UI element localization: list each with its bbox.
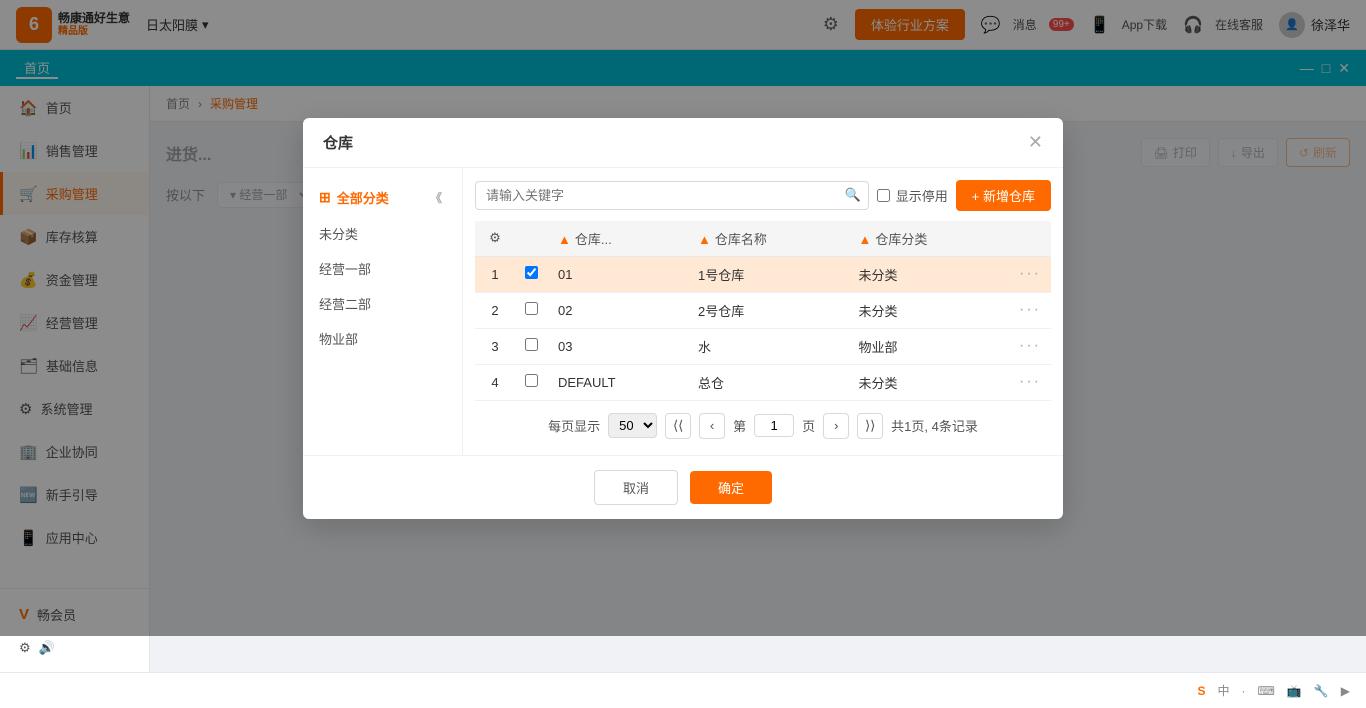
table-row[interactable]: 2 02 2号仓库 未分类 ··· [475, 292, 1051, 328]
show-disabled-label: 显示停用 [877, 186, 948, 205]
category-panel: ⊞ 全部分类 《 未分类 经营一部 经营二部 物业部 [303, 168, 463, 455]
per-page-label: 每页显示 [548, 416, 600, 435]
row-more-btn[interactable]: ··· [1019, 373, 1041, 390]
table-row[interactable]: 1 01 1号仓库 未分类 ··· [475, 256, 1051, 292]
table-row[interactable]: 4 DEFAULT 总仓 未分类 ··· [475, 364, 1051, 400]
add-warehouse-btn[interactable]: + 新增仓库 [956, 180, 1051, 211]
search-icon[interactable]: 🔍 [845, 187, 861, 203]
page-input[interactable] [754, 414, 794, 437]
confirm-btn[interactable]: 确定 [690, 471, 772, 504]
lang-switch[interactable]: 中 [1218, 682, 1230, 699]
keyboard-icon[interactable]: ⌨ [1258, 684, 1275, 698]
screen-icon[interactable]: 📺 [1287, 684, 1302, 698]
last-page-btn[interactable]: ⟩⟩ [857, 413, 883, 439]
row-more-btn[interactable]: ··· [1019, 337, 1041, 354]
modal-body: ⊞ 全部分类 《 未分类 经营一部 经营二部 物业部 🔍 [303, 168, 1063, 455]
punctuation-icon[interactable]: · [1242, 684, 1246, 698]
category-all[interactable]: ⊞ 全部分类 《 [303, 180, 462, 216]
total-info: 共1页, 4条记录 [891, 416, 978, 435]
first-page-btn[interactable]: ⟨⟨ [665, 413, 691, 439]
search-wrap: 🔍 [475, 181, 869, 210]
bottom-bar: S 中 · ⌨ 📺 🔧 ▶ [0, 672, 1366, 708]
cat-item-unclassified[interactable]: 未分类 [303, 216, 462, 251]
sidebar-item-label: 🔊 [39, 640, 55, 656]
row-more-btn[interactable]: ··· [1019, 265, 1041, 282]
play-icon[interactable]: ▶ [1341, 684, 1350, 698]
row-checkbox[interactable] [525, 374, 538, 387]
table-toolbar: 🔍 显示停用 + 新增仓库 [475, 180, 1051, 211]
search-input[interactable] [475, 181, 869, 210]
row-checkbox[interactable] [525, 266, 538, 279]
table-row[interactable]: 3 03 水 物业部 ··· [475, 328, 1051, 364]
collapse-category-btn[interactable]: 《 [426, 188, 446, 208]
th-name[interactable]: ▲仓库名称 [688, 221, 848, 257]
grid-icon: ⊞ [319, 189, 331, 206]
table-panel: 🔍 显示停用 + 新增仓库 ⚙ [463, 168, 1063, 455]
th-settings[interactable]: ⚙ [475, 221, 515, 257]
cat-item-operation2[interactable]: 经营二部 [303, 286, 462, 321]
cat-item-operation1[interactable]: 经营一部 [303, 251, 462, 286]
modal-overlay: 仓库 ✕ ⊞ 全部分类 《 未分类 经营一部 经营二部 物业部 [0, 0, 1366, 636]
page-unit: 页 [802, 416, 815, 435]
show-disabled-checkbox[interactable] [877, 189, 890, 202]
sidebar-settings[interactable]: ⚙ 🔊 [0, 632, 149, 664]
th-actions [1009, 221, 1051, 257]
settings-icon: ⚙ [19, 640, 31, 656]
th-code[interactable]: ▲仓库... [548, 221, 688, 257]
next-page-btn[interactable]: › [823, 413, 849, 439]
modal-footer: 取消 确定 [303, 455, 1063, 519]
page-label: 第 [733, 416, 746, 435]
th-category[interactable]: ▲仓库分类 [849, 221, 1010, 257]
category-all-label: 全部分类 [337, 188, 389, 207]
warehouse-table: ⚙ ▲仓库... ▲仓库名称 ▲仓库分类 1 01 1号仓库 未分类 ··· [475, 221, 1051, 401]
pagination: 每页显示 50 ⟨⟨ ‹ 第 页 › ⟩⟩ 共1页, 4条记录 [475, 401, 1051, 443]
th-checkbox [515, 221, 548, 257]
table-scroll: ⚙ ▲仓库... ▲仓库名称 ▲仓库分类 1 01 1号仓库 未分类 ··· [475, 221, 1051, 401]
modal-header: 仓库 ✕ [303, 118, 1063, 168]
cancel-btn[interactable]: 取消 [594, 470, 678, 505]
input-method-icon[interactable]: S [1198, 684, 1206, 698]
modal-close-btn[interactable]: ✕ [1028, 133, 1043, 151]
row-checkbox[interactable] [525, 338, 538, 351]
row-checkbox[interactable] [525, 302, 538, 315]
row-more-btn[interactable]: ··· [1019, 301, 1041, 318]
cat-item-property[interactable]: 物业部 [303, 321, 462, 356]
warehouse-modal: 仓库 ✕ ⊞ 全部分类 《 未分类 经营一部 经营二部 物业部 [303, 118, 1063, 519]
modal-title: 仓库 [323, 132, 353, 153]
tools-icon[interactable]: 🔧 [1314, 684, 1329, 698]
prev-page-btn[interactable]: ‹ [699, 413, 725, 439]
page-size-select[interactable]: 50 [608, 413, 657, 438]
